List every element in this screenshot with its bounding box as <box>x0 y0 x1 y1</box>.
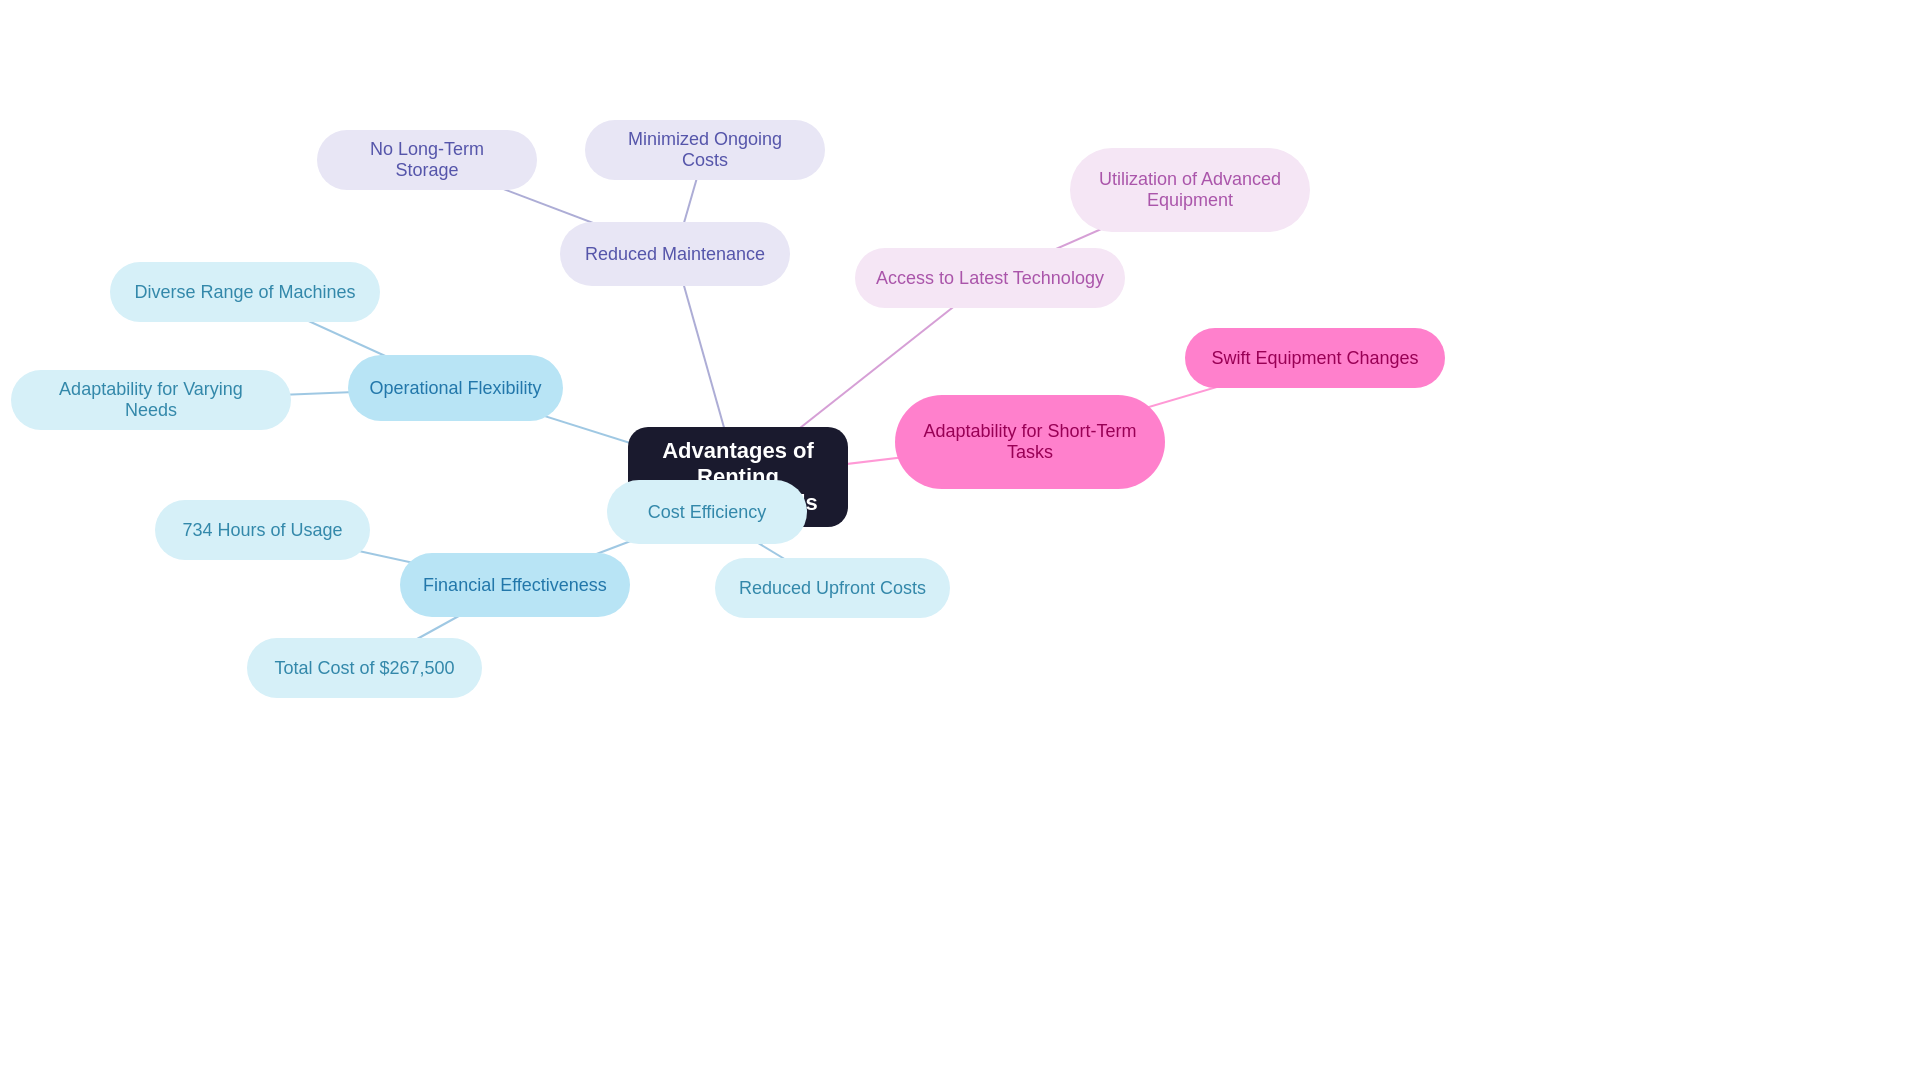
adaptability-short-term-node: Adaptability for Short-Term Tasks <box>895 395 1165 489</box>
operational-flexibility-label: Operational Flexibility <box>369 378 541 399</box>
reduced-maintenance-node: Reduced Maintenance <box>560 222 790 286</box>
access-latest-tech-node: Access to Latest Technology <box>855 248 1125 308</box>
total-cost-label: Total Cost of $267,500 <box>274 658 454 679</box>
diverse-range-label: Diverse Range of Machines <box>134 282 355 303</box>
no-long-term-storage-node: No Long-Term Storage <box>317 130 537 190</box>
swift-equipment-label: Swift Equipment Changes <box>1211 348 1418 369</box>
minimized-ongoing-costs-label: Minimized Ongoing Costs <box>605 129 805 171</box>
reduced-maintenance-label: Reduced Maintenance <box>585 244 765 265</box>
reduced-upfront-node: Reduced Upfront Costs <box>715 558 950 618</box>
reduced-upfront-label: Reduced Upfront Costs <box>739 578 926 599</box>
financial-effectiveness-label: Financial Effectiveness <box>423 575 607 596</box>
utilization-advanced-label: Utilization of Advanced Equipment <box>1090 169 1290 211</box>
minimized-ongoing-costs-node: Minimized Ongoing Costs <box>585 120 825 180</box>
cost-efficiency-label: Cost Efficiency <box>648 502 767 523</box>
cost-efficiency-node: Cost Efficiency <box>607 480 807 544</box>
adaptability-varying-label: Adaptability for Varying Needs <box>31 379 271 421</box>
diverse-range-node: Diverse Range of Machines <box>110 262 380 322</box>
total-cost-node: Total Cost of $267,500 <box>247 638 482 698</box>
operational-flexibility-node: Operational Flexibility <box>348 355 563 421</box>
adaptability-varying-node: Adaptability for Varying Needs <box>11 370 291 430</box>
adaptability-short-term-label: Adaptability for Short-Term Tasks <box>915 421 1145 463</box>
hours-usage-node: 734 Hours of Usage <box>155 500 370 560</box>
access-latest-tech-label: Access to Latest Technology <box>876 268 1104 289</box>
financial-effectiveness-node: Financial Effectiveness <box>400 553 630 617</box>
no-long-term-storage-label: No Long-Term Storage <box>337 139 517 181</box>
utilization-advanced-node: Utilization of Advanced Equipment <box>1070 148 1310 232</box>
swift-equipment-node: Swift Equipment Changes <box>1185 328 1445 388</box>
hours-usage-label: 734 Hours of Usage <box>182 520 342 541</box>
